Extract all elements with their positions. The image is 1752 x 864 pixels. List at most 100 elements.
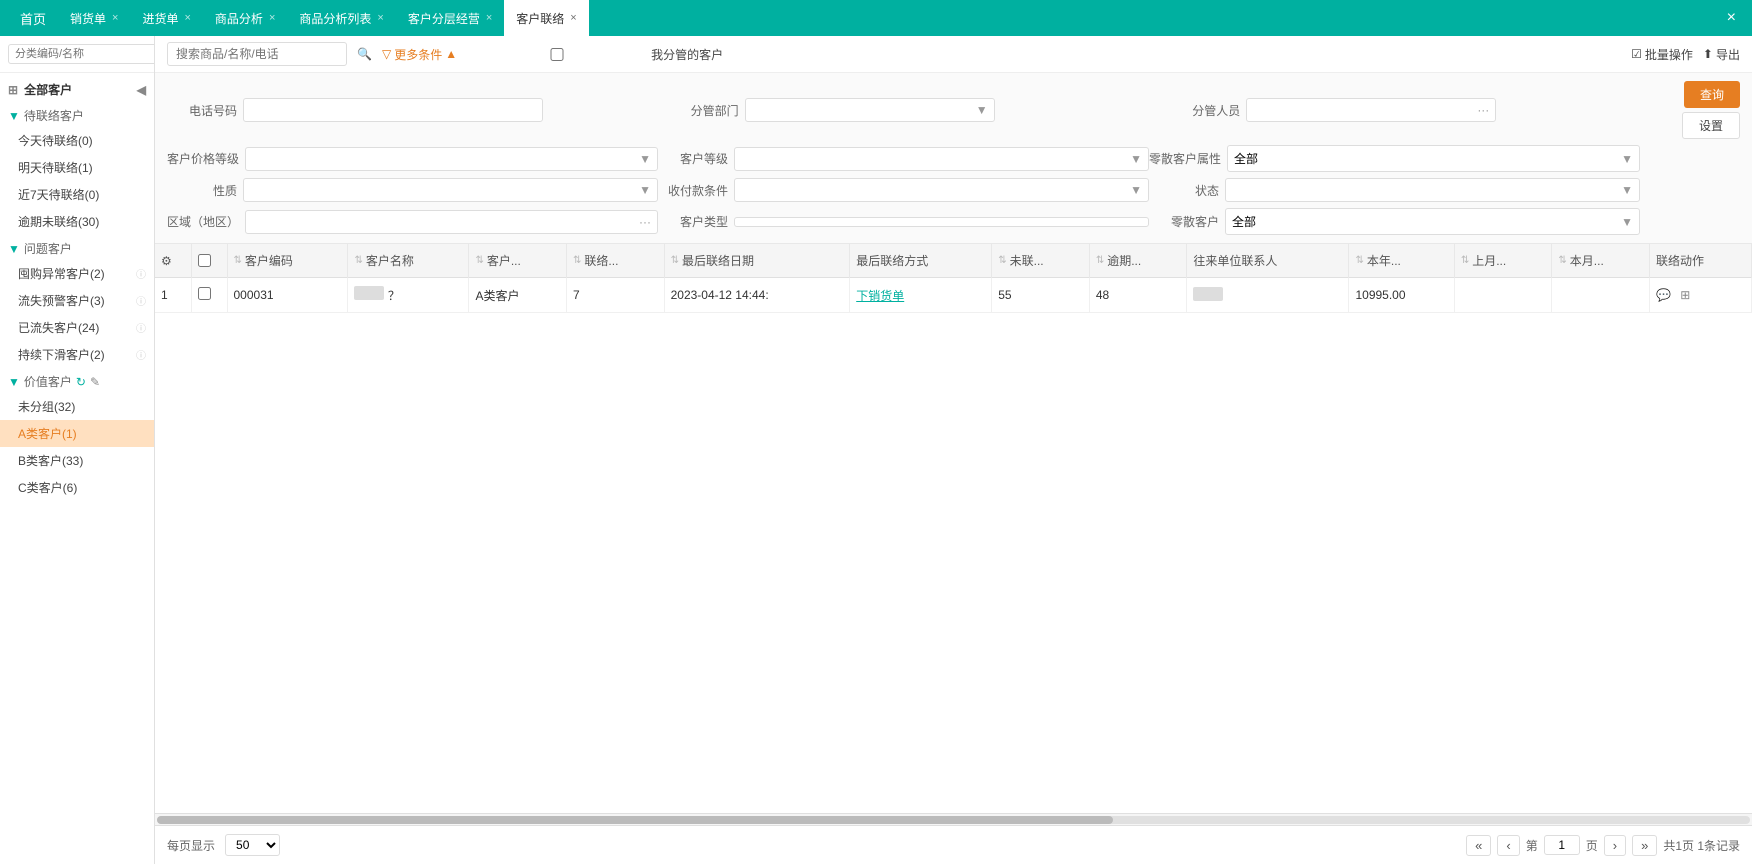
row-index: 1 xyxy=(155,278,191,313)
retail-attr-select[interactable]: 全部 ▼ xyxy=(1227,145,1640,172)
sidebar-item-class-b[interactable]: B类客户(33) xyxy=(0,447,154,474)
per-page-select[interactable]: 50 100 200 xyxy=(225,834,280,856)
settings-column-header[interactable]: ⚙ xyxy=(155,244,191,278)
my-customers-checkbox-label[interactable]: 我分管的客户 xyxy=(467,46,723,63)
dept-label: 分管部门 xyxy=(669,102,739,119)
code-column-header[interactable]: ⇅ 客户编码 xyxy=(227,244,348,278)
sidebar-item-7days[interactable]: 近7天待联络(0) xyxy=(0,181,154,208)
problem-customers-group[interactable]: ▼ 问题客户 xyxy=(0,235,154,260)
sidebar-item-today[interactable]: 今天待联络(0) xyxy=(0,127,154,154)
sidebar-item-abnormal[interactable]: 囤购异常客户(2) ⓘ xyxy=(0,260,154,287)
nav-customer-segment[interactable]: 客户分层经营 × xyxy=(396,0,504,36)
nav-product-list[interactable]: 商品分析列表 × xyxy=(287,0,395,36)
overdue-column-header[interactable]: ⇅ 逾期... xyxy=(1089,244,1187,278)
nav-product-analysis[interactable]: 商品分析 × xyxy=(203,0,287,36)
last-method-column-header[interactable]: 最后联络方式 xyxy=(850,244,992,278)
last-page-button[interactable]: » xyxy=(1632,835,1657,856)
price-level-select[interactable]: ▼ xyxy=(245,147,658,171)
pending-contact-group[interactable]: ▼ 待联络客户 xyxy=(0,102,154,127)
collapse-icon: ◀ xyxy=(137,83,146,97)
last-month-column-header[interactable]: ⇅ 上月... xyxy=(1454,244,1552,278)
settings-button[interactable]: 设置 xyxy=(1682,112,1740,139)
customer-type-cell: A类客户 xyxy=(469,278,567,313)
edit-icon[interactable]: ✎ xyxy=(90,375,100,389)
close-purchase-tab[interactable]: × xyxy=(184,12,190,24)
export-button[interactable]: ⬆ 导出 xyxy=(1703,46,1740,63)
sidebar-item-tomorrow[interactable]: 明天待联络(1) xyxy=(0,154,154,181)
action-icons-cell: 💬 ⊞ xyxy=(1649,278,1751,313)
search-input[interactable] xyxy=(167,42,347,66)
search-icon[interactable]: 🔍 xyxy=(357,47,372,61)
horizontal-scrollbar[interactable] xyxy=(155,813,1752,825)
grid-action-icon[interactable]: ⊞ xyxy=(1680,288,1690,302)
customer-type-cell: 客户类型 xyxy=(658,208,1149,235)
last-method-link[interactable]: 下销货单 xyxy=(856,289,904,303)
value-customers-group[interactable]: ▼ 价值客户 ↻ ✎ xyxy=(0,368,154,393)
last-date-column-header[interactable]: ⇅ 最后联络日期 xyxy=(664,244,850,278)
data-table-container: ⚙ ⇅ 客户编码 ⇅ xyxy=(155,244,1752,813)
contact-count-column-header[interactable]: ⇅ 联络... xyxy=(567,244,665,278)
sidebar-item-overdue[interactable]: 逾期未联络(30) xyxy=(0,208,154,235)
dept-arrow-icon: ▼ xyxy=(976,103,988,117)
query-button[interactable]: 查询 xyxy=(1684,81,1740,108)
name-color-badge xyxy=(354,286,384,300)
close-customer-contact-tab[interactable]: × xyxy=(570,12,576,24)
status-select[interactable]: ▼ xyxy=(1225,178,1640,202)
row-checkbox[interactable] xyxy=(198,287,211,300)
row-checkbox-cell[interactable] xyxy=(191,278,227,313)
nav-customer-contact[interactable]: 客户联络 × xyxy=(504,0,588,36)
my-customers-checkbox[interactable] xyxy=(467,48,647,61)
close-customer-segment-tab[interactable]: × xyxy=(486,12,492,24)
sidebar-item-churned[interactable]: 已流失客户(24) ⓘ xyxy=(0,314,154,341)
more-filters-button[interactable]: ▽ 更多条件 ▲ xyxy=(382,46,457,63)
related-contact-column-header[interactable]: 往来单位联系人 xyxy=(1187,244,1349,278)
sidebar-item-churn-warning[interactable]: 流失预警客户(3) ⓘ xyxy=(0,287,154,314)
region-select[interactable]: ··· xyxy=(245,210,658,234)
dept-select[interactable]: ▼ xyxy=(745,98,995,122)
first-page-button[interactable]: « xyxy=(1466,835,1491,856)
scrollbar-thumb[interactable] xyxy=(157,816,1113,824)
sidebar-item-ungrouped[interactable]: 未分组(32) xyxy=(0,393,154,420)
batch-operation-button[interactable]: ☑ 批量操作 xyxy=(1631,46,1693,63)
advanced-filters: 电话号码 分管部门 ▼ 分管人员 ··· xyxy=(155,73,1752,244)
page-number-input[interactable] xyxy=(1544,835,1580,855)
prev-page-button[interactable]: ‹ xyxy=(1497,835,1519,856)
nav-purchase[interactable]: 进货单 × xyxy=(130,0,202,36)
sidebar-item-declining[interactable]: 持续下滑客户(2) ⓘ xyxy=(0,341,154,368)
this-month-column-header[interactable]: ⇅ 本月... xyxy=(1552,244,1650,278)
checkbox-column-header[interactable] xyxy=(191,244,227,278)
close-product-list-tab[interactable]: × xyxy=(377,12,383,24)
last-contact-method-cell[interactable]: 下销货单 xyxy=(850,278,992,313)
nav-sales[interactable]: 销货单 × xyxy=(58,0,130,36)
this-year-column-header[interactable]: ⇅ 本年... xyxy=(1349,244,1454,278)
manager-select[interactable]: ··· xyxy=(1246,98,1496,122)
payment-select[interactable]: ▼ xyxy=(734,178,1149,202)
close-product-analysis-tab[interactable]: × xyxy=(269,12,275,24)
customer-level-select[interactable]: ▼ xyxy=(734,147,1149,171)
refresh-icon[interactable]: ↻ xyxy=(76,375,86,389)
status-label: 状态 xyxy=(1149,182,1219,199)
nature-select[interactable]: ▼ xyxy=(243,178,658,202)
retail-customer-select[interactable]: 全部 ▼ xyxy=(1225,208,1640,235)
all-customers-header[interactable]: ⊞ 全部客户 ◀ xyxy=(0,73,154,102)
nav-home[interactable]: 首页 xyxy=(8,0,58,36)
next-page-button[interactable]: › xyxy=(1604,835,1626,856)
category-search-input[interactable] xyxy=(8,44,155,64)
name-column-header[interactable]: ⇅ 客户名称 xyxy=(348,244,469,278)
not-contact-sort-icon: ⇅ xyxy=(998,255,1006,266)
sidebar-item-class-c[interactable]: C类客户(6) xyxy=(0,474,154,501)
not-contact-column-header[interactable]: ⇅ 未联... xyxy=(992,244,1090,278)
table-row: 1 000031 ？ A类客户 7 2023-04-12 14:44: xyxy=(155,278,1752,313)
close-sales-tab[interactable]: × xyxy=(112,12,118,24)
filter-bar: 🔍 ▽ 更多条件 ▲ 我分管的客户 ☑ 批量操作 ⬆ 导出 xyxy=(155,36,1752,73)
chat-action-icon[interactable]: 💬 xyxy=(1656,288,1671,302)
type-column-header[interactable]: ⇅ 客户... xyxy=(469,244,567,278)
close-all-button[interactable]: × xyxy=(1719,9,1744,27)
customer-type-select[interactable] xyxy=(734,217,1149,227)
retail-customer-cell: 零散客户 全部 ▼ xyxy=(1149,208,1640,235)
phone-input[interactable] xyxy=(243,98,543,122)
sidebar-item-class-a[interactable]: A类客户(1) xyxy=(0,420,154,447)
select-all-checkbox[interactable] xyxy=(198,254,211,267)
contact-sort-icon: ⇅ xyxy=(573,255,581,266)
filter-row-1: 电话号码 分管部门 ▼ 分管人员 ··· xyxy=(167,81,1740,139)
